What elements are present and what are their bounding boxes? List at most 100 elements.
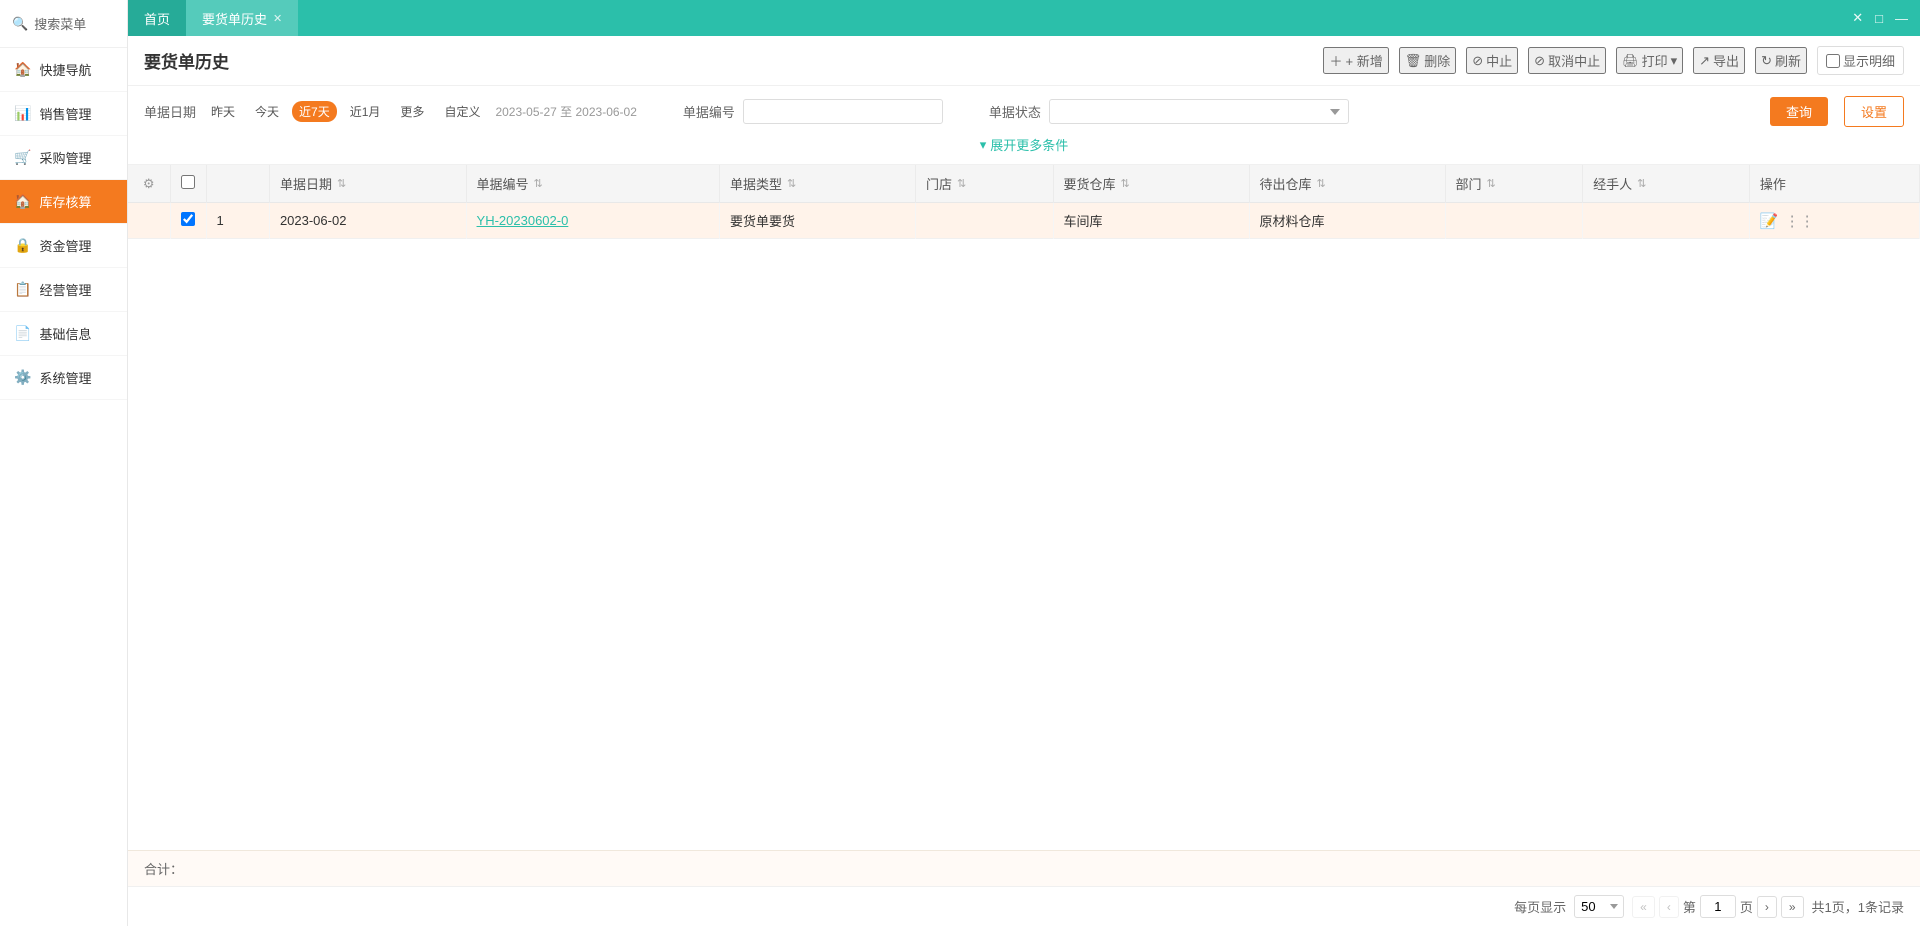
doc-icon: 📄	[14, 325, 31, 342]
th-department[interactable]: 部门 ⇅	[1445, 165, 1583, 203]
status-select[interactable]	[1049, 99, 1349, 124]
op-edit-icon[interactable]: 📝	[1760, 212, 1779, 230]
date-shortcut-7days[interactable]: 近7天	[292, 101, 337, 122]
cell-index: 1	[206, 203, 269, 239]
th-handler[interactable]: 经手人 ⇅	[1583, 165, 1750, 203]
sidebar-item-basic[interactable]: 📄 基础信息	[0, 312, 127, 356]
date-shortcut-today[interactable]: 今天	[248, 101, 286, 122]
export-icon: ↗	[1699, 53, 1710, 69]
sidebar-item-label: 资金管理	[39, 236, 91, 255]
summary-label: 合计：	[144, 862, 183, 877]
page-suffix: 页	[1740, 897, 1753, 916]
sidebar-item-inventory[interactable]: 🏠 库存核算	[0, 180, 127, 224]
expand-more-label: 展开更多条件	[990, 135, 1068, 154]
date-shortcut-custom[interactable]: 自定义	[437, 101, 487, 122]
total-info: 共1页，1条记录	[1812, 897, 1904, 916]
settings-button[interactable]: 设置	[1844, 96, 1904, 127]
sidebar: 🔍 搜索菜单 🏠 快捷导航 📊 销售管理 🛒 采购管理 🏠 库存核算 🔒 资金管…	[0, 0, 128, 926]
cell-bill-no[interactable]: YH-20230602-0	[466, 203, 719, 239]
th-settings[interactable]: ⚙	[128, 165, 170, 203]
bill-no-label: 单据编号	[683, 102, 735, 121]
op-more-icon[interactable]: ⋮⋮	[1785, 212, 1815, 230]
th-bill-no[interactable]: 单据编号 ⇅	[466, 165, 719, 203]
sidebar-item-label: 系统管理	[39, 368, 91, 387]
display-cell-checkbox[interactable]	[1826, 54, 1840, 68]
th-store[interactable]: 门店 ⇅	[915, 165, 1053, 203]
sidebar-item-quick-nav[interactable]: 🏠 快捷导航	[0, 48, 127, 92]
print-button[interactable]: 🖨 打印 ▾	[1616, 47, 1683, 74]
prev-page-btn[interactable]: ‹	[1659, 896, 1679, 918]
tab-close-icon[interactable]: ✕	[273, 12, 282, 25]
page-input[interactable]	[1700, 895, 1736, 918]
stop-button[interactable]: ⊘ 中止	[1466, 47, 1518, 74]
display-cell-button[interactable]: 显示明细	[1817, 46, 1904, 75]
inventory-icon: 🏠	[14, 193, 31, 210]
table-body: 1 2023-06-02 YH-20230602-0 要货单要货 车间库 原材料…	[128, 203, 1920, 239]
clipboard-icon: 📋	[14, 281, 31, 298]
sidebar-item-finance[interactable]: 🔒 资金管理	[0, 224, 127, 268]
refresh-icon: ↻	[1761, 53, 1772, 69]
sidebar-item-sales[interactable]: 📊 销售管理	[0, 92, 127, 136]
sort-req-warehouse-icon: ⇅	[1121, 177, 1130, 190]
lock-icon: 🔒	[14, 237, 31, 254]
sidebar-item-label: 经营管理	[39, 280, 91, 299]
cell-store	[915, 203, 1053, 239]
status-filter-group: 单据状态	[989, 99, 1754, 124]
chart-icon: 📊	[14, 105, 31, 122]
tab-history-label: 要货单历史	[202, 9, 267, 28]
print-icon: 🖨	[1622, 53, 1639, 69]
th-index	[206, 165, 269, 203]
cell-bill-type: 要货单要货	[719, 203, 915, 239]
th-req-warehouse[interactable]: 要货仓库 ⇅	[1053, 165, 1249, 203]
sidebar-item-operation[interactable]: 📋 经营管理	[0, 268, 127, 312]
sidebar-item-system[interactable]: ⚙️ 系统管理	[0, 356, 127, 400]
window-close-icon[interactable]: ✕	[1852, 10, 1863, 26]
cell-department	[1445, 203, 1583, 239]
date-range-display: 2023-05-27 至 2023-06-02	[495, 103, 636, 120]
query-button[interactable]: 查询	[1770, 97, 1828, 126]
window-minimize-icon[interactable]: —	[1895, 11, 1908, 26]
search-menu[interactable]: 🔍 搜索菜单	[0, 0, 127, 48]
cell-handler	[1583, 203, 1750, 239]
new-button[interactable]: ＋ + 新增	[1323, 47, 1388, 74]
page-label: 第	[1683, 897, 1696, 916]
search-icon: 🔍	[12, 16, 28, 32]
export-button[interactable]: ↗ 导出	[1693, 47, 1745, 74]
th-date[interactable]: 单据日期 ⇅	[269, 165, 466, 203]
chevron-down-icon: ▾	[980, 137, 987, 153]
filter-bar: 单据日期 昨天 今天 近7天 近1月 更多 自定义 2023-05-27 至 2…	[128, 86, 1920, 165]
first-page-btn[interactable]: «	[1632, 896, 1655, 918]
sidebar-item-purchase[interactable]: 🛒 采购管理	[0, 136, 127, 180]
last-page-btn[interactable]: »	[1781, 896, 1804, 918]
tab-home[interactable]: 首页	[128, 0, 186, 36]
plus-icon: ＋	[1329, 51, 1342, 70]
search-menu-label: 搜索菜单	[34, 14, 86, 33]
date-shortcuts: 昨天 今天 近7天 近1月 更多 自定义	[204, 101, 487, 122]
date-shortcut-1month[interactable]: 近1月	[343, 101, 388, 122]
date-shortcut-yesterday[interactable]: 昨天	[204, 101, 242, 122]
per-page-select[interactable]: 10 20 50 100	[1574, 895, 1624, 918]
per-page-label: 每页显示	[1514, 897, 1566, 916]
bill-no-input[interactable]	[743, 99, 943, 124]
sort-store-icon: ⇅	[957, 177, 966, 190]
row-checkbox[interactable]	[181, 212, 195, 226]
window-maximize-icon[interactable]: □	[1875, 11, 1883, 26]
tab-history[interactable]: 要货单历史 ✕	[186, 0, 298, 36]
home-icon: 🏠	[14, 61, 31, 78]
delete-button[interactable]: 🗑 删除	[1399, 47, 1457, 74]
select-all-checkbox[interactable]	[181, 175, 195, 189]
sidebar-item-label: 库存核算	[39, 192, 91, 211]
next-page-btn[interactable]: ›	[1757, 896, 1777, 918]
data-table: ⚙ 单据日期 ⇅ 单据编号 ⇅	[128, 165, 1920, 239]
th-bill-type[interactable]: 单据类型 ⇅	[719, 165, 915, 203]
cell-req-warehouse: 车间库	[1053, 203, 1249, 239]
refresh-button[interactable]: ↻ 刷新	[1755, 47, 1807, 74]
sidebar-item-label: 基础信息	[39, 324, 91, 343]
date-shortcut-more[interactable]: 更多	[393, 101, 431, 122]
th-pending-warehouse[interactable]: 待出仓库 ⇅	[1249, 165, 1445, 203]
cancel-stop-button[interactable]: ⊘ 取消中止	[1528, 47, 1606, 74]
cell-date: 2023-06-02	[269, 203, 466, 239]
expand-more-btn[interactable]: ▾ 展开更多条件	[980, 135, 1069, 154]
pagination: 每页显示 10 20 50 100 « ‹ 第 页 › » 共1页，1条记录	[128, 886, 1920, 926]
sidebar-item-label: 销售管理	[39, 104, 91, 123]
